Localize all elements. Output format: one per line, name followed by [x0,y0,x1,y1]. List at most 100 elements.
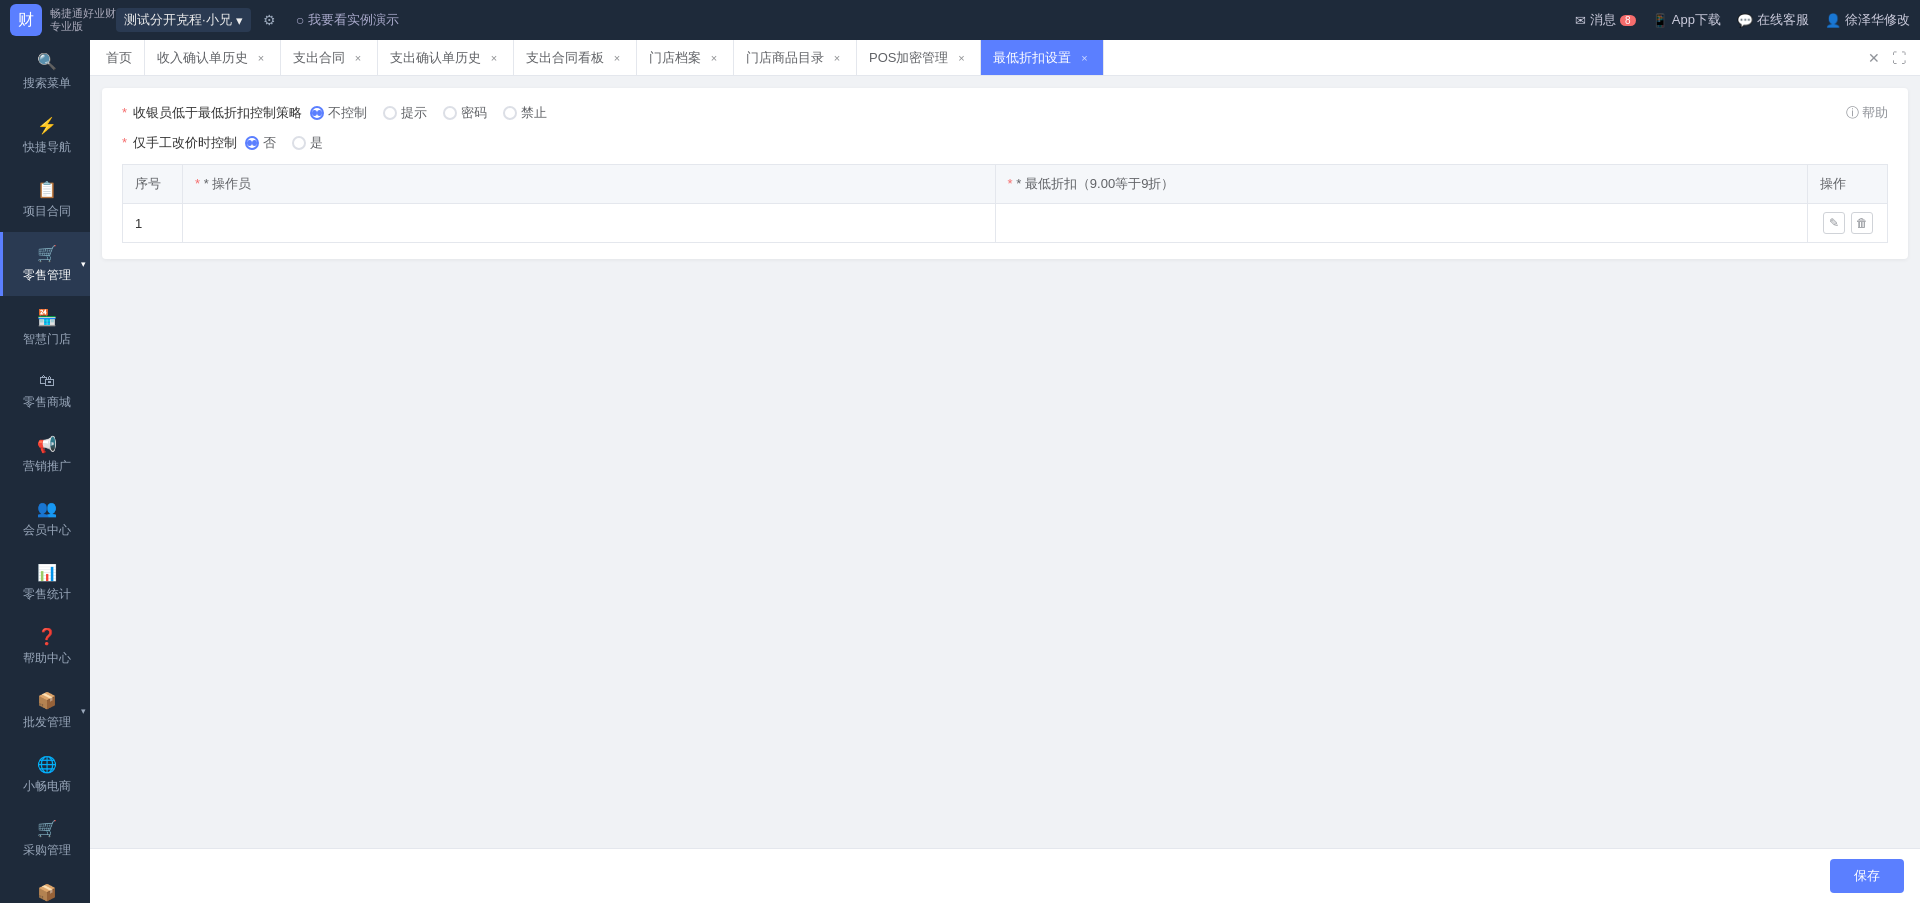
radio-password[interactable]: 密码 [443,104,487,122]
help-btn[interactable]: ⓘ 帮助 [1846,104,1888,122]
sidebar-item-help[interactable]: ❓ 帮助中心 [0,615,90,679]
message-btn[interactable]: ✉ 消息 8 [1575,11,1636,29]
col-header-action: 操作 [1808,165,1888,204]
tab-close-payment-confirm-history[interactable]: × [487,51,501,65]
row-delete-btn[interactable]: 🗑 [1851,212,1873,234]
sidebar: 🔍 搜索菜单 ⚡ 快捷导航 📋 项目合同 🛒 零售管理 🏪 智慧门店 🛍 零售商… [0,40,90,903]
manual-price-radio-group: 否 是 [245,134,323,152]
sidebar-item-retail-mall[interactable]: 🛍 零售商城 [0,360,90,423]
top-bar-right: ✉ 消息 8 📱 App下载 💬 在线客服 👤 徐泽华修改 [1575,11,1910,29]
logo: 财 畅捷通好业财 专业版 [10,4,116,36]
radio-forbidden[interactable]: 禁止 [503,104,547,122]
sidebar-item-retail-manage[interactable]: 🛒 零售管理 [0,232,90,296]
wholesale-icon: 📦 [37,691,57,710]
retail-manage-icon: 🛒 [37,244,57,263]
settings-card: * 收银员低于最低折扣控制策略 不控制 提示 [102,88,1908,259]
tab-payment-confirm-history[interactable]: 支出确认单历史 × [378,40,514,76]
policy-radio-group: 不控制 提示 密码 禁止 [310,104,547,122]
radio-yes[interactable]: 是 [292,134,323,152]
ecommerce-icon: 🌐 [37,755,57,774]
cell-min-discount[interactable] [995,204,1808,243]
online-service-icon: 💬 [1737,13,1753,28]
help-icon: ❓ [37,627,57,646]
logo-text: 畅捷通好业财 专业版 [50,7,116,33]
shortcut-icon: ⚡ [37,116,57,135]
project-arrow-icon: ▾ [236,13,243,28]
radio-forbidden-circle [503,106,517,120]
radio-no-control[interactable]: 不控制 [310,104,367,122]
sidebar-item-wholesale[interactable]: 📦 批发管理 [0,679,90,743]
tab-home[interactable]: 首页 [94,40,145,76]
online-service-btn[interactable]: 💬 在线客服 [1737,11,1809,29]
tab-store-file[interactable]: 门店档案 × [637,40,734,76]
app-download-btn[interactable]: 📱 App下载 [1652,11,1721,29]
tab-close-min-discount-setting[interactable]: × [1077,51,1091,65]
help-circle-icon: ⓘ [1846,104,1859,122]
radio-hint[interactable]: 提示 [383,104,427,122]
row-edit-btn[interactable]: ✎ [1823,212,1845,234]
user-avatar-icon: 👤 [1825,13,1841,28]
logo-icon: 财 [10,4,42,36]
sidebar-item-member[interactable]: 👥 会员中心 [0,487,90,551]
edit-icon: ✎ [1829,216,1839,230]
tab-close-income-confirm-history[interactable]: × [254,51,268,65]
content-area: 首页 收入确认单历史 × 支出合同 × 支出确认单历史 × 支出合同看板 × 门… [90,40,1920,903]
radio-no-circle [245,136,259,150]
radio-password-circle [443,106,457,120]
operator-input[interactable] [195,216,983,231]
member-icon: 👥 [37,499,57,518]
save-button[interactable]: 保存 [1830,859,1904,893]
tab-pos-password[interactable]: POS加密管理 × [857,40,981,76]
sidebar-item-inventory[interactable]: 📦 库存核算 [0,871,90,903]
top-gear-btn[interactable]: ⚙ [259,8,280,32]
tab-income-confirm-history[interactable]: 收入确认单历史 × [145,40,281,76]
app-download-icon: 📱 [1652,13,1668,28]
tab-maximize-btn[interactable]: ⛶ [1888,48,1910,68]
tab-close-store-goods-catalog[interactable]: × [830,51,844,65]
tab-bar-actions: ✕ ⛶ [1858,48,1916,68]
sidebar-item-marketing[interactable]: 📢 营销推广 [0,423,90,487]
settings-icon: ⚙ [259,8,280,32]
bottom-bar: 保存 [90,848,1920,903]
message-icon: ✉ [1575,13,1586,28]
tab-close-payment-contract-board[interactable]: × [610,51,624,65]
inventory-icon: 📦 [37,883,57,902]
required-star-manual: * [122,135,127,150]
tab-payment-contract[interactable]: 支出合同 × [281,40,378,76]
radio-yes-circle [292,136,306,150]
tab-close-all-btn[interactable]: ✕ [1864,48,1884,68]
cell-action: ✎ 🗑 [1808,204,1888,243]
sidebar-item-project-contract[interactable]: 📋 项目合同 [0,168,90,232]
manual-price-form-row: * 仅手工改价时控制 否 是 [122,134,1888,152]
policy-label: * 收银员低于最低折扣控制策略 [122,104,302,122]
required-star-policy: * [122,105,127,120]
sidebar-item-search[interactable]: 🔍 搜索菜单 [0,40,90,104]
user-btn[interactable]: 👤 徐泽华修改 [1825,11,1910,29]
radio-no[interactable]: 否 [245,134,276,152]
project-contract-icon: 📋 [37,180,57,199]
cell-operator[interactable] [183,204,996,243]
sidebar-item-ecommerce[interactable]: 🌐 小畅电商 [0,743,90,807]
table-row: 1 [123,204,1888,243]
tab-close-store-file[interactable]: × [707,51,721,65]
min-discount-input[interactable] [1008,216,1796,231]
tab-payment-contract-board[interactable]: 支出合同看板 × [514,40,637,76]
tab-min-discount-setting[interactable]: 最低折扣设置 × [981,40,1104,76]
purchase-icon: 🛒 [37,819,57,838]
demo-icon: ○ [296,12,304,28]
retail-mall-icon: 🛍 [39,372,55,390]
sidebar-item-retail-stats[interactable]: 📊 零售统计 [0,551,90,615]
project-selector[interactable]: 测试分开克程·小兄 ▾ [116,8,251,32]
marketing-icon: 📢 [37,435,57,454]
smart-store-icon: 🏪 [37,308,57,327]
sidebar-item-shortcut[interactable]: ⚡ 快捷导航 [0,104,90,168]
policy-form-row: * 收银员低于最低折扣控制策略 不控制 提示 [122,104,1888,122]
tab-bar: 首页 收入确认单历史 × 支出合同 × 支出确认单历史 × 支出合同看板 × 门… [90,40,1920,76]
sidebar-item-purchase[interactable]: 🛒 采购管理 [0,807,90,871]
tab-store-goods-catalog[interactable]: 门店商品目录 × [734,40,857,76]
tab-close-pos-password[interactable]: × [954,51,968,65]
main-layout: 🔍 搜索菜单 ⚡ 快捷导航 📋 项目合同 🛒 零售管理 🏪 智慧门店 🛍 零售商… [0,40,1920,903]
tab-close-payment-contract[interactable]: × [351,51,365,65]
sidebar-item-smart-store[interactable]: 🏪 智慧门店 [0,296,90,360]
demo-link[interactable]: ○ 我要看实例演示 [296,11,399,29]
